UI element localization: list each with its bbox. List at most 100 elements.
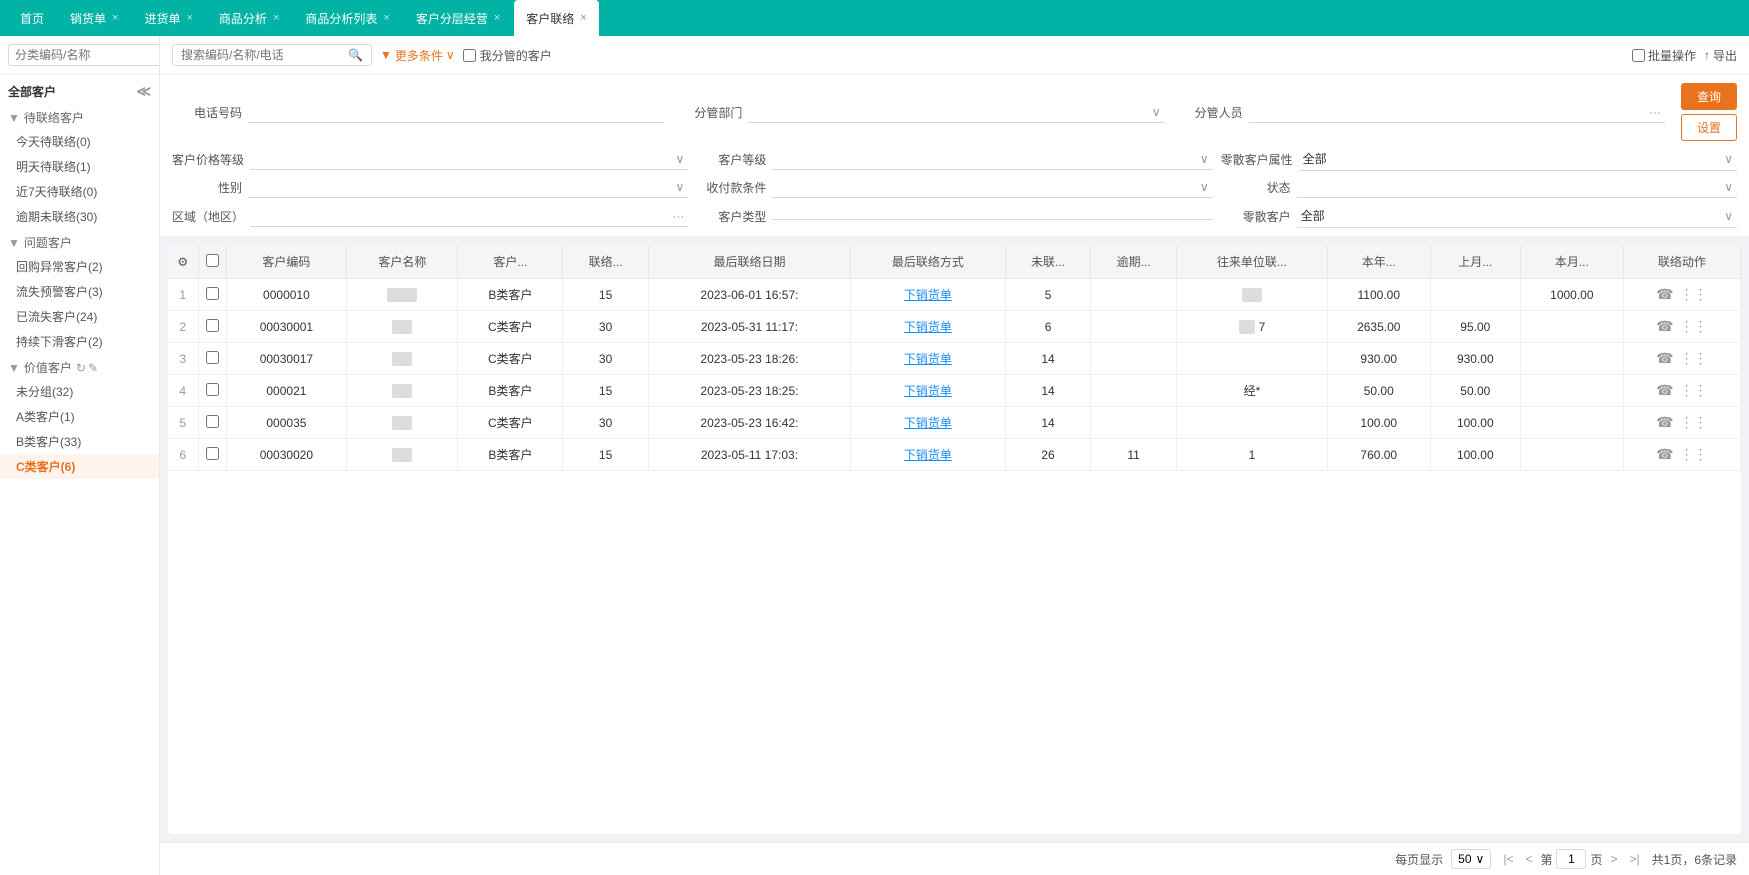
select-all-checkbox[interactable] xyxy=(206,254,219,267)
nav-close-product-list[interactable]: × xyxy=(383,12,389,24)
row-checkbox[interactable] xyxy=(206,319,219,332)
action-more-icon[interactable]: ⋮⋮ xyxy=(1680,446,1708,463)
action-more-icon[interactable]: ⋮⋮ xyxy=(1680,318,1708,335)
filter-gender-select[interactable]: ∨ xyxy=(248,177,688,198)
sidebar-group-pending[interactable]: ▼ 待联络客户 xyxy=(0,104,159,129)
row-name[interactable]: 12 xyxy=(347,279,458,311)
nav-product-analysis-list[interactable]: 商品分析列表 × xyxy=(293,0,401,36)
filter-price-level-select[interactable]: ∨ xyxy=(250,149,688,170)
contact-way-link[interactable]: 下销货单 xyxy=(904,352,952,366)
action-phone-icon[interactable]: ☎ xyxy=(1656,446,1673,463)
filter-manager-select[interactable]: ··· xyxy=(1249,102,1665,123)
sidebar-item-class-c[interactable]: C类客户(6) xyxy=(0,454,159,479)
last-page-btn[interactable]: >| xyxy=(1626,850,1644,868)
row-name[interactable] xyxy=(347,407,458,439)
filter-phone-input[interactable] xyxy=(248,102,664,123)
toolbar-search-icon[interactable]: 🔍 xyxy=(348,48,363,62)
action-more-icon[interactable]: ⋮⋮ xyxy=(1680,286,1708,303)
filter-dept-select[interactable]: ∨ xyxy=(748,102,1164,123)
nav-close-customer-segment[interactable]: × xyxy=(494,12,500,24)
nav-customer-segment[interactable]: 客户分层经营 × xyxy=(404,0,512,36)
sidebar-item-today[interactable]: 今天待联络(0) xyxy=(0,129,159,154)
row-name[interactable] xyxy=(347,311,458,343)
row-code: 000035 xyxy=(226,407,347,439)
nav-home[interactable]: 首页 xyxy=(8,0,56,36)
sidebar-item-class-b[interactable]: B类客户(33) xyxy=(0,429,159,454)
row-unit-contact: 7 xyxy=(1176,311,1327,343)
action-phone-icon[interactable]: ☎ xyxy=(1656,318,1673,335)
query-button[interactable]: 查询 xyxy=(1681,83,1737,110)
per-page-select[interactable]: 50 ∨ xyxy=(1451,849,1491,869)
sidebar-item-overdue[interactable]: 逾期未联络(30) xyxy=(0,204,159,229)
sidebar-item-tomorrow[interactable]: 明天待联络(1) xyxy=(0,154,159,179)
contact-way-link[interactable]: 下销货单 xyxy=(904,384,952,398)
row-last-way[interactable]: 下销货单 xyxy=(851,343,1006,375)
sidebar-item-7days[interactable]: 近7天待联络(0) xyxy=(0,179,159,204)
sidebar-item-class-a[interactable]: A类客户(1) xyxy=(0,404,159,429)
batch-operation-btn[interactable]: 批量操作 xyxy=(1632,47,1696,64)
filter-payment-select[interactable]: ∨ xyxy=(772,177,1212,198)
prev-page-btn[interactable]: < xyxy=(1521,850,1536,868)
sidebar-all-customers[interactable]: 全部客户 ≪ xyxy=(0,75,159,104)
action-phone-icon[interactable]: ☎ xyxy=(1656,382,1673,399)
nav-sales-order[interactable]: 销货单 × xyxy=(58,0,130,36)
row-name[interactable] xyxy=(347,375,458,407)
first-page-btn[interactable]: |< xyxy=(1499,850,1517,868)
action-phone-icon[interactable]: ☎ xyxy=(1656,414,1673,431)
contact-way-link[interactable]: 下销货单 xyxy=(904,448,952,462)
sidebar-item-ungrouped[interactable]: 未分组(32) xyxy=(0,379,159,404)
row-last-way[interactable]: 下销货单 xyxy=(851,375,1006,407)
nav-customer-contact[interactable]: 客户联络 × xyxy=(514,0,598,36)
row-last-way[interactable]: 下销货单 xyxy=(851,439,1006,471)
row-checkbox[interactable] xyxy=(206,351,219,364)
contact-way-link[interactable]: 下销货单 xyxy=(904,288,952,302)
sidebar-item-churn-warning[interactable]: 流失预警客户(3) xyxy=(0,279,159,304)
region-dots-icon[interactable]: ··· xyxy=(672,209,684,223)
next-page-btn[interactable]: > xyxy=(1607,850,1622,868)
filter-customer-type-select[interactable] xyxy=(772,213,1212,220)
contact-way-link[interactable]: 下销货单 xyxy=(904,416,952,430)
sidebar-item-repurchase-anomaly[interactable]: 回购异常客户(2) xyxy=(0,254,159,279)
batch-check[interactable] xyxy=(1632,49,1645,62)
settings-button[interactable]: 设置 xyxy=(1681,114,1737,141)
action-phone-icon[interactable]: ☎ xyxy=(1656,350,1673,367)
filter-status-select[interactable]: ∨ xyxy=(1297,177,1737,198)
sidebar-group-problem[interactable]: ▼ 问题客户 xyxy=(0,229,159,254)
nav-purchase-order[interactable]: 进货单 × xyxy=(132,0,204,36)
manager-dots-icon[interactable]: ··· xyxy=(1649,105,1661,119)
page-input[interactable] xyxy=(1556,849,1586,869)
row-last-way[interactable]: 下销货单 xyxy=(851,311,1006,343)
filter-level-select[interactable]: ∨ xyxy=(772,149,1212,170)
nav-close-product-analysis[interactable]: × xyxy=(273,12,279,24)
row-name[interactable] xyxy=(347,439,458,471)
row-last-way[interactable]: 下销货单 xyxy=(851,279,1006,311)
row-name[interactable] xyxy=(347,343,458,375)
sidebar-item-churned[interactable]: 已流失客户(24) xyxy=(0,304,159,329)
nav-close-customer-contact[interactable]: × xyxy=(580,12,586,24)
sidebar-group-value[interactable]: ▼ 价值客户 ↻ ✎ xyxy=(0,354,159,379)
my-customers-check[interactable] xyxy=(463,49,476,62)
action-more-icon[interactable]: ⋮⋮ xyxy=(1680,382,1708,399)
export-btn[interactable]: ↑ 导出 xyxy=(1704,47,1737,64)
row-contact: 15 xyxy=(563,439,649,471)
row-checkbox[interactable] xyxy=(206,415,219,428)
action-more-icon[interactable]: ⋮⋮ xyxy=(1680,350,1708,367)
row-checkbox[interactable] xyxy=(206,383,219,396)
row-last-way[interactable]: 下销货单 xyxy=(851,407,1006,439)
more-conditions-btn[interactable]: ▼ 更多条件 ∨ xyxy=(380,47,455,64)
action-phone-icon[interactable]: ☎ xyxy=(1656,286,1673,303)
toolbar-search-input[interactable] xyxy=(181,48,344,62)
row-checkbox[interactable] xyxy=(206,287,219,300)
nav-close-purchase[interactable]: × xyxy=(186,12,192,24)
filter-retail-attr-select[interactable]: 全部 ∨ xyxy=(1299,147,1737,171)
nav-product-analysis[interactable]: 商品分析 × xyxy=(207,0,291,36)
nav-close-sales[interactable]: × xyxy=(112,12,118,24)
filter-region-select[interactable]: ··· xyxy=(250,206,688,227)
sidebar-item-declining[interactable]: 持续下滑客户(2) xyxy=(0,329,159,354)
contact-way-link[interactable]: 下销货单 xyxy=(904,320,952,334)
my-customers-checkbox[interactable]: 我分管的客户 xyxy=(463,47,552,64)
action-more-icon[interactable]: ⋮⋮ xyxy=(1680,414,1708,431)
sidebar-search-input[interactable] xyxy=(8,44,160,66)
row-checkbox[interactable] xyxy=(206,447,219,460)
filter-retail-customer-select[interactable]: 全部 ∨ xyxy=(1297,204,1737,228)
